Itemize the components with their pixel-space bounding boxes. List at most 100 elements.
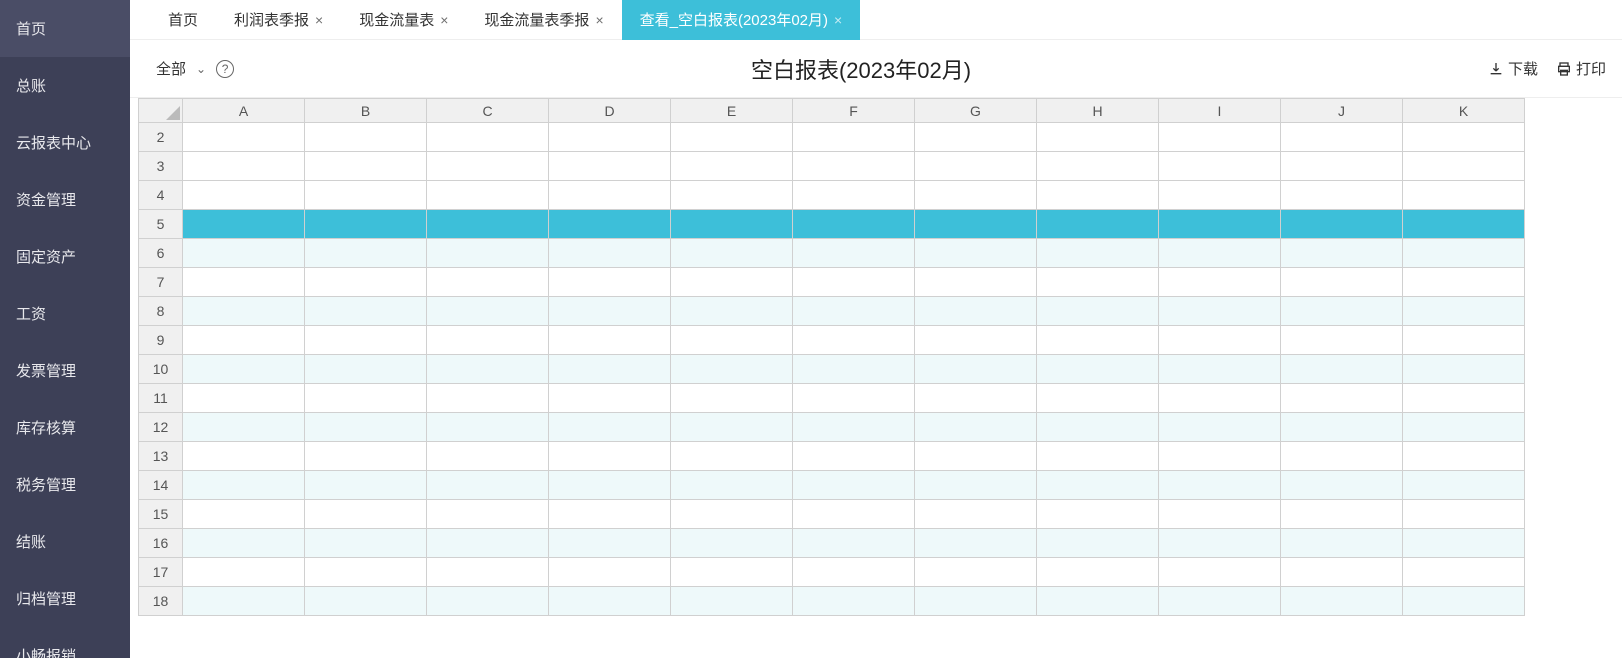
cell-J10[interactable] — [1281, 355, 1403, 384]
sidebar-item-3[interactable]: 资金管理 — [0, 171, 130, 228]
cell-D11[interactable] — [549, 384, 671, 413]
cell-F15[interactable] — [793, 500, 915, 529]
column-header-I[interactable]: I — [1159, 99, 1281, 123]
cell-F3[interactable] — [793, 152, 915, 181]
cell-C2[interactable] — [427, 123, 549, 152]
cell-F7[interactable] — [793, 268, 915, 297]
cell-B7[interactable] — [305, 268, 427, 297]
cell-C10[interactable] — [427, 355, 549, 384]
column-header-F[interactable]: F — [793, 99, 915, 123]
row-header-12[interactable]: 12 — [139, 413, 183, 442]
cell-C4[interactable] — [427, 181, 549, 210]
sidebar-item-6[interactable]: 发票管理 — [0, 342, 130, 399]
cell-K18[interactable] — [1403, 587, 1525, 616]
cell-H4[interactable] — [1037, 181, 1159, 210]
column-header-C[interactable]: C — [427, 99, 549, 123]
cell-I9[interactable] — [1159, 326, 1281, 355]
sidebar-item-11[interactable]: 小畅报销 — [0, 627, 130, 658]
cell-H15[interactable] — [1037, 500, 1159, 529]
cell-C17[interactable] — [427, 558, 549, 587]
column-header-D[interactable]: D — [549, 99, 671, 123]
cell-G8[interactable] — [915, 297, 1037, 326]
cell-J6[interactable] — [1281, 239, 1403, 268]
cell-C14[interactable] — [427, 471, 549, 500]
cell-E4[interactable] — [671, 181, 793, 210]
row-header-16[interactable]: 16 — [139, 529, 183, 558]
cell-K3[interactable] — [1403, 152, 1525, 181]
cell-D4[interactable] — [549, 181, 671, 210]
cell-I5[interactable] — [1159, 210, 1281, 239]
row-header-4[interactable]: 4 — [139, 181, 183, 210]
cell-K5[interactable] — [1403, 210, 1525, 239]
tab-2[interactable]: 现金流量表× — [341, 0, 466, 40]
cell-H12[interactable] — [1037, 413, 1159, 442]
cell-H2[interactable] — [1037, 123, 1159, 152]
cell-C6[interactable] — [427, 239, 549, 268]
cell-J18[interactable] — [1281, 587, 1403, 616]
cell-D17[interactable] — [549, 558, 671, 587]
cell-H10[interactable] — [1037, 355, 1159, 384]
cell-H16[interactable] — [1037, 529, 1159, 558]
cell-I4[interactable] — [1159, 181, 1281, 210]
cell-F9[interactable] — [793, 326, 915, 355]
cell-E13[interactable] — [671, 442, 793, 471]
help-icon[interactable]: ? — [216, 60, 234, 78]
cell-F16[interactable] — [793, 529, 915, 558]
cell-B10[interactable] — [305, 355, 427, 384]
cell-J3[interactable] — [1281, 152, 1403, 181]
tab-0[interactable]: 首页 — [150, 0, 216, 40]
cell-I11[interactable] — [1159, 384, 1281, 413]
close-icon[interactable]: × — [440, 12, 448, 28]
cell-K16[interactable] — [1403, 529, 1525, 558]
cell-F13[interactable] — [793, 442, 915, 471]
cell-G13[interactable] — [915, 442, 1037, 471]
cell-E10[interactable] — [671, 355, 793, 384]
cell-H8[interactable] — [1037, 297, 1159, 326]
cell-A16[interactable] — [183, 529, 305, 558]
cell-K17[interactable] — [1403, 558, 1525, 587]
tab-3[interactable]: 现金流量表季报× — [466, 0, 621, 40]
cell-I14[interactable] — [1159, 471, 1281, 500]
cell-E9[interactable] — [671, 326, 793, 355]
cell-C16[interactable] — [427, 529, 549, 558]
cell-K6[interactable] — [1403, 239, 1525, 268]
cell-A5[interactable] — [183, 210, 305, 239]
column-header-A[interactable]: A — [183, 99, 305, 123]
cell-G17[interactable] — [915, 558, 1037, 587]
cell-A11[interactable] — [183, 384, 305, 413]
cell-H14[interactable] — [1037, 471, 1159, 500]
row-header-5[interactable]: 5 — [139, 210, 183, 239]
cell-G15[interactable] — [915, 500, 1037, 529]
row-header-18[interactable]: 18 — [139, 587, 183, 616]
row-header-14[interactable]: 14 — [139, 471, 183, 500]
cell-J13[interactable] — [1281, 442, 1403, 471]
cell-G6[interactable] — [915, 239, 1037, 268]
select-all-corner[interactable] — [139, 99, 183, 123]
cell-I13[interactable] — [1159, 442, 1281, 471]
sidebar-item-0[interactable]: 首页 — [0, 0, 130, 57]
cell-C18[interactable] — [427, 587, 549, 616]
cell-F18[interactable] — [793, 587, 915, 616]
cell-C8[interactable] — [427, 297, 549, 326]
cell-A15[interactable] — [183, 500, 305, 529]
cell-G18[interactable] — [915, 587, 1037, 616]
cell-E11[interactable] — [671, 384, 793, 413]
cell-B13[interactable] — [305, 442, 427, 471]
cell-F2[interactable] — [793, 123, 915, 152]
cell-C15[interactable] — [427, 500, 549, 529]
row-header-17[interactable]: 17 — [139, 558, 183, 587]
cell-K14[interactable] — [1403, 471, 1525, 500]
cell-E14[interactable] — [671, 471, 793, 500]
cell-A14[interactable] — [183, 471, 305, 500]
cell-A17[interactable] — [183, 558, 305, 587]
cell-D8[interactable] — [549, 297, 671, 326]
cell-E6[interactable] — [671, 239, 793, 268]
close-icon[interactable]: × — [834, 12, 842, 28]
cell-D9[interactable] — [549, 326, 671, 355]
cell-E8[interactable] — [671, 297, 793, 326]
sidebar-item-9[interactable]: 结账 — [0, 513, 130, 570]
cell-D5[interactable] — [549, 210, 671, 239]
cell-E7[interactable] — [671, 268, 793, 297]
cell-F11[interactable] — [793, 384, 915, 413]
filter-dropdown[interactable]: 全部 ⌄ ? — [156, 58, 234, 79]
